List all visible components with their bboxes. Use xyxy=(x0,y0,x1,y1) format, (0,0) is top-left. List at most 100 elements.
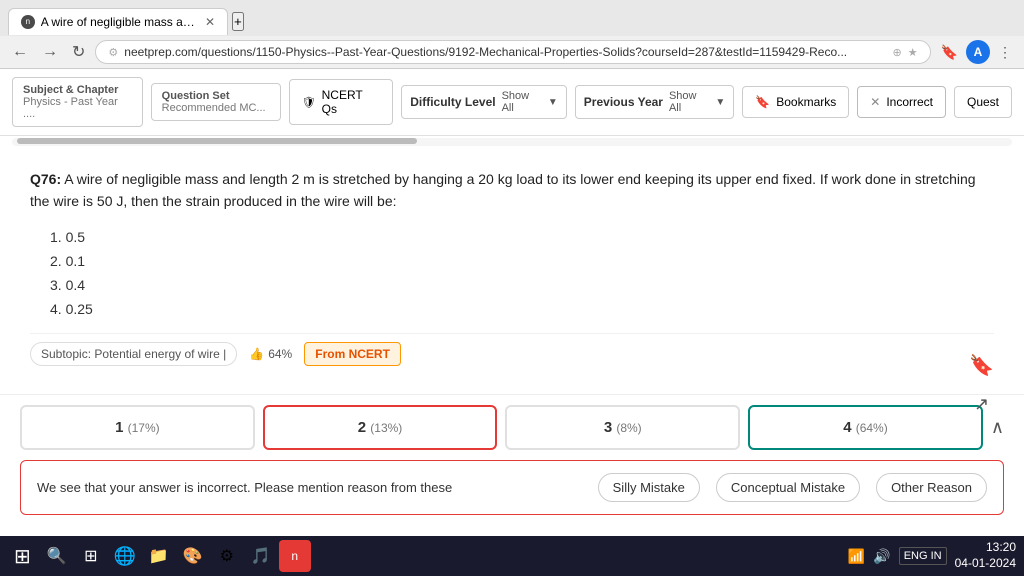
forward-button[interactable]: → xyxy=(38,41,62,63)
bookmarks-filter-button[interactable]: 🔖 Bookmarks xyxy=(742,86,849,118)
extension-button[interactable]: 🔖 xyxy=(937,42,962,63)
taskbar-icon-2[interactable]: 📁 xyxy=(143,540,175,572)
incorrect-label: Incorrect xyxy=(886,95,933,109)
question-body: A wire of negligible mass and length 2 m… xyxy=(30,171,976,209)
subtopic-info: Subtopic: Potential energy of wire | xyxy=(30,342,237,366)
other-reason-button[interactable]: Other Reason xyxy=(876,473,987,502)
profile-button[interactable]: A xyxy=(966,40,990,64)
option-4[interactable]: 4. 0.25 xyxy=(50,301,994,317)
time-display: 13:20 xyxy=(955,540,1016,556)
taskbar-search-icon[interactable]: 🔍 xyxy=(41,540,73,572)
subject-filter-label: Subject & Chapter xyxy=(23,84,132,96)
bookmark-button[interactable]: 🔖 xyxy=(969,353,994,378)
answer-1-num: 1 xyxy=(115,419,128,436)
option-3-num: 3. xyxy=(50,277,66,293)
taskbar-icon-3[interactable]: 🎨 xyxy=(177,540,209,572)
ncert-badge-label: From NCERT xyxy=(315,347,390,361)
reload-button[interactable]: ↻ xyxy=(68,40,89,64)
incorrect-filter-button[interactable]: ✕ Incorrect xyxy=(857,86,946,118)
answer-option-1[interactable]: 1 (17%) xyxy=(20,405,255,450)
ncert-filter-button[interactable]: 🛡 NCERT Qs xyxy=(289,79,394,125)
option-2-value: 0.1 xyxy=(66,253,85,269)
rating-icon: 👍 xyxy=(249,347,264,361)
share-button[interactable]: ↗ xyxy=(969,394,994,415)
option-1-num: 1. xyxy=(50,229,66,245)
answer-option-3[interactable]: 3 (8%) xyxy=(505,405,740,450)
answer-3-num: 3 xyxy=(604,419,617,436)
bookmark-icon: 🔖 xyxy=(755,95,770,109)
date-display: 04-01-2024 xyxy=(955,556,1016,572)
option-4-num: 4. xyxy=(50,301,66,317)
question-set-label: Question Set xyxy=(162,90,270,102)
previous-year-arrow-icon: ▼ xyxy=(715,97,725,108)
collapse-button[interactable]: ∧ xyxy=(991,417,1004,438)
taskbar-volume-icon: 🔊 xyxy=(873,548,890,565)
back-button[interactable]: ← xyxy=(8,41,32,63)
tab-bar: n A wire of negligible mass and l ✕ + xyxy=(0,0,1024,36)
option-1[interactable]: 1. 0.5 xyxy=(50,229,994,245)
previous-year-value: Show All xyxy=(669,90,709,114)
content-wrapper: Q76: A wire of negligible mass and lengt… xyxy=(0,148,1024,515)
question-set-value: Recommended MC... xyxy=(162,102,270,114)
answer-options-row: 1 (17%) 2 (13%) 3 (8%) 4 (64%) ∧ xyxy=(0,394,1024,460)
taskbar-icon-4[interactable]: ⚙ xyxy=(211,540,243,572)
taskbar-chrome-icon[interactable]: 🌐 xyxy=(109,540,141,572)
taskbar-network-icon: 📶 xyxy=(848,548,865,565)
answer-option-4[interactable]: 4 (64%) xyxy=(748,405,983,450)
browser-chrome: n A wire of negligible mass and l ✕ + ← … xyxy=(0,0,1024,69)
difficulty-filter[interactable]: Difficulty Level Show All ▼ xyxy=(401,85,567,119)
taskbar-icon-5[interactable]: 🎵 xyxy=(245,540,277,572)
answer-option-2[interactable]: 2 (13%) xyxy=(263,405,498,450)
quest-label: Quest xyxy=(967,95,999,109)
option-2[interactable]: 2. 0.1 xyxy=(50,253,994,269)
language-badge: ENG IN xyxy=(899,547,947,565)
new-tab-button[interactable]: + xyxy=(232,12,244,31)
quest-filter-button[interactable]: Quest xyxy=(954,86,1012,118)
taskbar-icons: 🔍 ⊞ 🌐 📁 🎨 ⚙ 🎵 n xyxy=(41,540,844,572)
answer-1-pct: (17%) xyxy=(128,421,160,435)
taskbar-time: 13:20 04-01-2024 xyxy=(955,540,1016,571)
close-tab-button[interactable]: ✕ xyxy=(205,15,215,29)
subtopic-label-text: Subtopic: xyxy=(41,347,91,361)
browser-actions: 🔖 A ⋮ xyxy=(937,40,1016,64)
ncert-badge: From NCERT xyxy=(304,342,401,366)
tab-title: A wire of negligible mass and l xyxy=(41,15,199,29)
address-bar[interactable]: ⚙ neetprep.com/questions/1150-Physics--P… xyxy=(95,40,930,64)
taskbar-apps-icon[interactable]: ⊞ xyxy=(75,540,107,572)
ncert-filter-label: NCERT Qs xyxy=(322,88,381,116)
horizontal-scrollbar[interactable] xyxy=(12,138,1012,146)
subject-filter-value: Physics - Past Year .... xyxy=(23,96,132,120)
option-2-num: 2. xyxy=(50,253,66,269)
previous-year-filter[interactable]: Previous Year Show All ▼ xyxy=(575,85,734,119)
question-area: Q76: A wire of negligible mass and lengt… xyxy=(0,148,1024,394)
reason-text: We see that your answer is incorrect. Pl… xyxy=(37,480,582,495)
conceptual-mistake-button[interactable]: Conceptual Mistake xyxy=(716,473,860,502)
reason-bar: We see that your answer is incorrect. Pl… xyxy=(20,460,1004,515)
option-4-value: 0.25 xyxy=(66,301,93,317)
tab-favicon: n xyxy=(21,15,35,29)
menu-button[interactable]: ⋮ xyxy=(994,42,1016,63)
silly-mistake-button[interactable]: Silly Mistake xyxy=(598,473,700,502)
option-3[interactable]: 3. 0.4 xyxy=(50,277,994,293)
taskbar: ⊞ 🔍 ⊞ 🌐 📁 🎨 ⚙ 🎵 n 📶 🔊 ENG IN 13:20 04-01… xyxy=(0,536,1024,576)
difficulty-label: Difficulty Level xyxy=(410,95,495,109)
ncert-icon: 🛡 xyxy=(302,96,316,109)
answer-2-pct: (13%) xyxy=(370,421,402,435)
filter-bar: Subject & Chapter Physics - Past Year ..… xyxy=(0,69,1024,136)
question-set-filter[interactable]: Question Set Recommended MC... xyxy=(151,83,281,121)
subject-chapter-filter[interactable]: Subject & Chapter Physics - Past Year ..… xyxy=(12,77,143,127)
taskbar-neetprep-icon[interactable]: n xyxy=(279,540,311,572)
previous-year-label: Previous Year xyxy=(584,95,663,109)
url-text: neetprep.com/questions/1150-Physics--Pas… xyxy=(124,45,886,59)
answer-2-num: 2 xyxy=(358,419,371,436)
browser-controls: ← → ↻ ⚙ neetprep.com/questions/1150-Phys… xyxy=(0,36,1024,68)
options-list: 1. 0.5 2. 0.1 3. 0.4 4. 0.25 xyxy=(30,229,994,317)
right-action-icons: 🔖 ↗ xyxy=(969,353,994,415)
bookmarks-label: Bookmarks xyxy=(776,95,836,109)
start-button[interactable]: ⊞ xyxy=(8,542,37,571)
active-tab[interactable]: n A wire of negligible mass and l ✕ xyxy=(8,8,228,35)
taskbar-right: 📶 🔊 ENG IN 13:20 04-01-2024 xyxy=(848,540,1016,571)
option-1-value: 0.5 xyxy=(66,229,85,245)
subtopic-bar: Subtopic: Potential energy of wire | 👍 6… xyxy=(30,333,994,374)
difficulty-arrow-icon: ▼ xyxy=(548,97,558,108)
